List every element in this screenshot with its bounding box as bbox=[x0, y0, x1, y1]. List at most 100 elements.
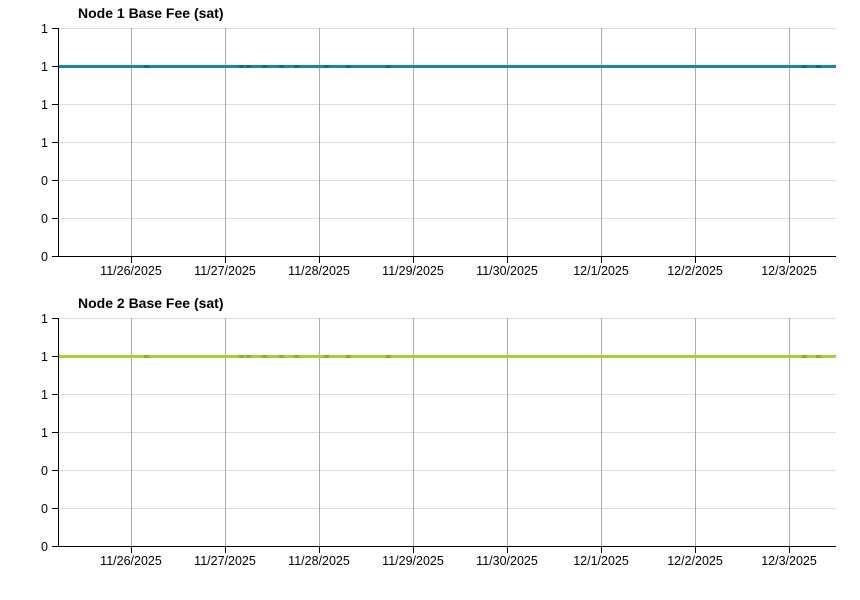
x-tick-label: 12/2/2025 bbox=[667, 554, 723, 568]
y-tick-mark bbox=[52, 394, 58, 395]
data-point-marker bbox=[144, 64, 150, 68]
x-tick-label: 11/26/2025 bbox=[100, 554, 162, 568]
data-point-marker bbox=[279, 354, 285, 358]
chart-title: Node 1 Base Fee (sat) bbox=[78, 5, 224, 21]
x-tick-label: 11/28/2025 bbox=[288, 264, 350, 278]
v-gridline bbox=[131, 318, 132, 546]
y-axis: 1 1 1 1 0 0 0 bbox=[0, 22, 58, 262]
v-gridline bbox=[507, 28, 508, 256]
y-tick-label: 1 bbox=[41, 387, 48, 402]
data-point-marker bbox=[293, 64, 299, 68]
v-gridline bbox=[413, 318, 414, 546]
y-tick-mark bbox=[52, 432, 58, 433]
data-point-marker bbox=[324, 64, 330, 68]
x-tick-label: 12/1/2025 bbox=[573, 554, 629, 568]
x-tick-mark bbox=[413, 547, 414, 553]
x-tick-mark bbox=[695, 257, 696, 263]
h-gridline bbox=[59, 180, 836, 181]
series-line bbox=[59, 354, 836, 358]
x-tick-label: 12/3/2025 bbox=[761, 264, 817, 278]
x-tick-label: 11/26/2025 bbox=[100, 264, 162, 278]
v-gridline bbox=[601, 28, 602, 256]
series-line bbox=[59, 64, 836, 68]
y-tick-label: 1 bbox=[41, 135, 48, 150]
y-tick-label: 1 bbox=[41, 97, 48, 112]
y-tick-label: 0 bbox=[41, 539, 48, 554]
y-tick-mark bbox=[52, 470, 58, 471]
data-point-marker bbox=[238, 64, 244, 68]
data-point-marker bbox=[245, 64, 251, 68]
x-tick-mark bbox=[225, 257, 226, 263]
x-tick-mark bbox=[413, 257, 414, 263]
y-tick-label: 0 bbox=[41, 211, 48, 226]
x-tick-mark bbox=[225, 547, 226, 553]
data-point-marker bbox=[279, 64, 285, 68]
x-axis: 11/26/2025 11/27/2025 11/28/2025 11/29/2025… bbox=[58, 547, 836, 579]
v-gridline bbox=[319, 318, 320, 546]
x-tick-label: 12/2/2025 bbox=[667, 264, 723, 278]
h-gridline bbox=[59, 394, 836, 395]
y-tick-label: 1 bbox=[41, 311, 48, 326]
x-tick-mark bbox=[789, 547, 790, 553]
h-gridline bbox=[59, 218, 836, 219]
y-tick-mark bbox=[52, 356, 58, 357]
y-tick-mark bbox=[52, 508, 58, 509]
data-point-marker bbox=[346, 64, 352, 68]
h-gridline bbox=[59, 104, 836, 105]
x-tick-label: 12/3/2025 bbox=[761, 554, 817, 568]
x-tick-mark bbox=[319, 257, 320, 263]
data-point-marker bbox=[262, 64, 268, 68]
data-point-marker bbox=[385, 354, 391, 358]
data-point-marker bbox=[816, 354, 822, 358]
x-tick-mark bbox=[131, 547, 132, 553]
chart-title: Node 2 Base Fee (sat) bbox=[78, 295, 224, 311]
data-point-marker bbox=[293, 354, 299, 358]
h-gridline bbox=[59, 508, 836, 509]
data-point-marker bbox=[816, 64, 822, 68]
data-point-marker bbox=[262, 354, 268, 358]
y-tick-label: 0 bbox=[41, 173, 48, 188]
y-tick-label: 1 bbox=[41, 59, 48, 74]
v-gridline bbox=[695, 318, 696, 546]
x-tick-label: 11/29/2025 bbox=[382, 554, 444, 568]
plot-area bbox=[58, 318, 836, 547]
y-tick-label: 1 bbox=[41, 349, 48, 364]
v-gridline bbox=[225, 318, 226, 546]
chart-node-2-base-fee: Node 2 Base Fee (sat) 1 1 1 1 0 0 0 11/26/2025… bbox=[0, 290, 860, 580]
x-tick-mark bbox=[789, 257, 790, 263]
y-tick-mark bbox=[52, 180, 58, 181]
data-point-marker bbox=[802, 354, 808, 358]
y-tick-mark bbox=[52, 318, 58, 319]
y-tick-label: 0 bbox=[41, 463, 48, 478]
h-gridline bbox=[59, 28, 836, 29]
y-tick-label: 0 bbox=[41, 501, 48, 516]
data-point-marker bbox=[346, 354, 352, 358]
data-point-marker bbox=[238, 354, 244, 358]
y-tick-mark bbox=[52, 66, 58, 67]
y-tick-label: 1 bbox=[41, 21, 48, 36]
v-gridline bbox=[319, 28, 320, 256]
h-gridline bbox=[59, 142, 836, 143]
x-tick-label: 11/30/2025 bbox=[476, 264, 538, 278]
x-tick-mark bbox=[131, 257, 132, 263]
h-gridline bbox=[59, 432, 836, 433]
y-tick-mark bbox=[52, 104, 58, 105]
h-gridline bbox=[59, 318, 836, 319]
y-tick-label: 0 bbox=[41, 249, 48, 264]
v-gridline bbox=[413, 28, 414, 256]
chart-node-1-base-fee: Node 1 Base Fee (sat) 1 1 1 1 0 0 0 11/26/2025… bbox=[0, 0, 860, 290]
x-tick-mark bbox=[319, 547, 320, 553]
data-point-marker bbox=[802, 64, 808, 68]
v-gridline bbox=[225, 28, 226, 256]
x-tick-label: 11/29/2025 bbox=[382, 264, 444, 278]
y-tick-mark bbox=[52, 28, 58, 29]
x-tick-mark bbox=[507, 257, 508, 263]
x-tick-mark bbox=[601, 257, 602, 263]
x-axis: 11/26/2025 11/27/2025 11/28/2025 11/29/2025… bbox=[58, 257, 836, 289]
data-point-marker bbox=[144, 354, 150, 358]
y-tick-mark bbox=[52, 218, 58, 219]
v-gridline bbox=[789, 28, 790, 256]
x-tick-label: 12/1/2025 bbox=[573, 264, 629, 278]
base-fee-charts-page: Node 1 Base Fee (sat) 1 1 1 1 0 0 0 11/26/2025… bbox=[0, 0, 860, 600]
y-tick-mark bbox=[52, 142, 58, 143]
